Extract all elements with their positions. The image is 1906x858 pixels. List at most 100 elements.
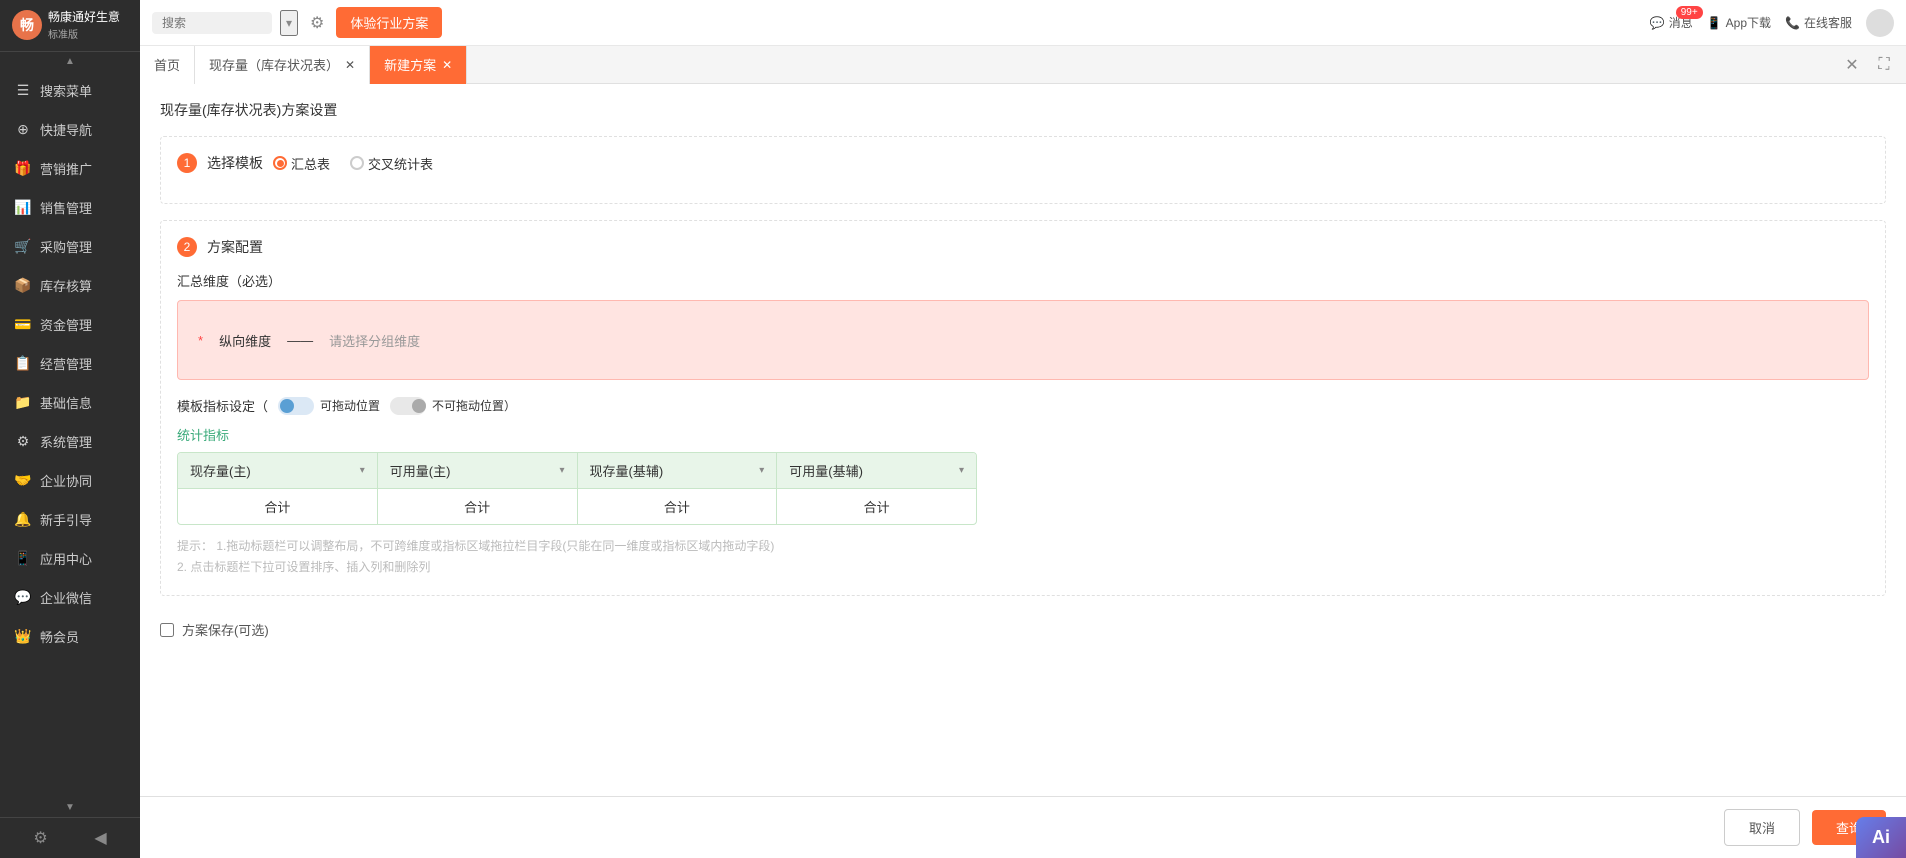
page-title: 现存量(库存状况表)方案设置 [160, 100, 1886, 120]
dim-required: * [198, 333, 203, 348]
app-icon: 📱 [1707, 16, 1722, 30]
tab-home-label: 首页 [154, 55, 180, 74]
col1-chevron-icon: ▾ [360, 465, 365, 476]
sidebar-item-cooperation[interactable]: 🤝 企业协同 [0, 461, 140, 500]
industry-button[interactable]: 体验行业方案 [336, 7, 442, 38]
tips-section: 提示： 1.拖动标题栏可以调整布局，不可跨维度或指标区域拖拉栏目字段(只能在同一… [177, 537, 1869, 575]
stats-table: 现存量(主) ▾ 可用量(主) ▾ 现存量(基辅) ▾ 可用量(基辅) [177, 452, 977, 525]
sidebar-item-finance[interactable]: 💳 资金管理 [0, 305, 140, 344]
col1-label: 现存量(主) [190, 461, 251, 480]
col2-label: 可用量(主) [390, 461, 451, 480]
toggle-no-drag-knob [412, 399, 426, 413]
save-label: 方案保存(可选) [182, 620, 269, 639]
section2-header: 2 方案配置 [177, 237, 1869, 257]
col2-chevron-icon: ▾ [559, 465, 564, 476]
col-header-3[interactable]: 现存量(基辅) ▾ [578, 453, 778, 488]
user-avatar[interactable] [1866, 9, 1894, 37]
header-right: 💬 消息 99+ 📱 App下载 📞 在线客服 [1650, 9, 1894, 37]
message-icon: 💬 [1650, 16, 1665, 30]
sidebar: 畅 畅康通好生意 标准版 ▲ ☰ 搜索菜单 ⊕ 快捷导航 🎁 营销推广 📊 销售… [0, 0, 140, 858]
toggle-drag-indicator[interactable] [278, 397, 314, 415]
sidebar-item-wechat[interactable]: 💬 企业微信 [0, 578, 140, 617]
tab-inventory-status[interactable]: 现存量（库存状况表） ✕ [195, 46, 370, 84]
message-badge: 99+ [1676, 6, 1703, 19]
header-left: ▾ ⚙ 体验行业方案 [152, 7, 442, 38]
tab-new-scheme-close-icon[interactable]: ✕ [442, 58, 452, 72]
radio-cross-dot [350, 156, 364, 170]
col-cell-4: 合计 [777, 489, 976, 524]
header-settings-icon[interactable]: ⚙ [306, 9, 328, 37]
tab-inventory-close-icon[interactable]: ✕ [345, 58, 355, 72]
dimension-box[interactable]: * 纵向维度 —— 请选择分组维度 [177, 300, 1869, 380]
content-area: 现存量(库存状况表)方案设置 1 选择模板 汇总表 交叉统计表 [140, 84, 1906, 796]
avatar-image [1866, 9, 1894, 37]
drag-label: 可拖动位置 [320, 397, 380, 414]
tab-new-scheme-label: 新建方案 [384, 55, 436, 74]
col-header-4[interactable]: 可用量(基辅) ▾ [777, 453, 976, 488]
app-label: App下载 [1726, 14, 1771, 31]
sidebar-item-label: 经营管理 [40, 354, 92, 373]
stats-table-row: 合计 合计 合计 合计 [178, 488, 976, 524]
section-config: 2 方案配置 汇总维度（必选） * 纵向维度 —— 请选择分组维度 模板指标设定… [160, 220, 1886, 596]
section1-title: 选择模板 [207, 153, 263, 173]
radio-summary-dot [273, 156, 287, 170]
ai-badge[interactable]: Ai [1856, 817, 1906, 858]
sidebar-item-inventory[interactable]: 📦 库存核算 [0, 266, 140, 305]
tab-home[interactable]: 首页 [140, 46, 195, 84]
sidebar-item-label: 企业协同 [40, 471, 92, 490]
sidebar-item-basic[interactable]: 📁 基础信息 [0, 383, 140, 422]
sidebar-audio-button[interactable]: ◀ [94, 828, 106, 848]
cancel-button[interactable]: 取消 [1724, 809, 1800, 846]
sidebar-item-label: 企业微信 [40, 588, 92, 607]
toggle-no-drag-indicator[interactable] [390, 397, 426, 415]
header-search-input[interactable] [152, 12, 272, 34]
no-drag-toggle[interactable]: 不可拖动位置） [390, 397, 516, 415]
sidebar-settings-button[interactable]: ⚙ [33, 828, 47, 848]
tab-close-button[interactable]: ✕ [1838, 51, 1866, 79]
sidebar-item-appcenter[interactable]: 📱 应用中心 [0, 539, 140, 578]
tip-2: 2. 点击标题栏下拉可设置排序、插入列和删除列 [177, 558, 1869, 575]
sidebar-item-newuser[interactable]: 🔔 新手引导 [0, 500, 140, 539]
app-logo: 畅 畅康通好生意 标准版 [0, 0, 140, 52]
sidebar-item-quick-nav[interactable]: ⊕ 快捷导航 [0, 110, 140, 149]
col-cell-2: 合计 [378, 489, 578, 524]
sidebar-item-label: 库存核算 [40, 276, 92, 295]
sidebar-item-search[interactable]: ☰ 搜索菜单 [0, 71, 140, 110]
footer-save-section: 方案保存(可选) [160, 612, 1886, 647]
tab-new-scheme[interactable]: 新建方案 ✕ [370, 46, 467, 84]
save-checkbox[interactable] [160, 623, 174, 637]
sidebar-nav: ☰ 搜索菜单 ⊕ 快捷导航 🎁 营销推广 📊 销售管理 🛒 采购管理 📦 库存核… [0, 71, 140, 798]
wechat-icon: 💬 [14, 588, 32, 606]
header-dropdown-button[interactable]: ▾ [280, 10, 298, 36]
sidebar-scroll-down[interactable]: ▼ [0, 798, 140, 817]
message-button[interactable]: 💬 消息 99+ [1650, 14, 1693, 31]
sidebar-item-label: 畅会员 [40, 627, 79, 646]
service-label: 在线客服 [1804, 14, 1852, 31]
finance-icon: 💳 [14, 315, 32, 333]
sidebar-item-purchase[interactable]: 🛒 采购管理 [0, 227, 140, 266]
purchase-icon: 🛒 [14, 237, 32, 255]
sidebar-scroll-up[interactable]: ▲ [0, 52, 140, 71]
sidebar-item-system[interactable]: ⚙ 系统管理 [0, 422, 140, 461]
tab-expand-button[interactable]: ⛶ [1870, 51, 1898, 79]
section2-number: 2 [177, 237, 197, 257]
radio-cross[interactable]: 交叉统计表 [350, 154, 433, 173]
toggle-knob [280, 399, 294, 413]
col-header-1[interactable]: 现存量(主) ▾ [178, 453, 378, 488]
sidebar-item-marketing[interactable]: 🎁 营销推广 [0, 149, 140, 188]
member-icon: 👑 [14, 627, 32, 645]
radio-summary[interactable]: 汇总表 [273, 154, 330, 173]
col3-label: 现存量(基辅) [590, 461, 664, 480]
sidebar-item-member[interactable]: 👑 畅会员 [0, 617, 140, 656]
online-service-button[interactable]: 📞 在线客服 [1785, 14, 1852, 31]
app-version: 标准版 [48, 26, 120, 41]
tab-controls: ✕ ⛶ [1838, 51, 1906, 79]
col-header-2[interactable]: 可用量(主) ▾ [378, 453, 578, 488]
footer-bar: 取消 查询 [140, 796, 1906, 858]
app-download-button[interactable]: 📱 App下载 [1707, 14, 1771, 31]
stats-label: 统计指标 [177, 425, 1869, 444]
sidebar-item-sales[interactable]: 📊 销售管理 [0, 188, 140, 227]
sidebar-item-label: 营销推广 [40, 159, 92, 178]
drag-toggle[interactable]: 可拖动位置 [278, 397, 380, 415]
sidebar-item-operations[interactable]: 📋 经营管理 [0, 344, 140, 383]
